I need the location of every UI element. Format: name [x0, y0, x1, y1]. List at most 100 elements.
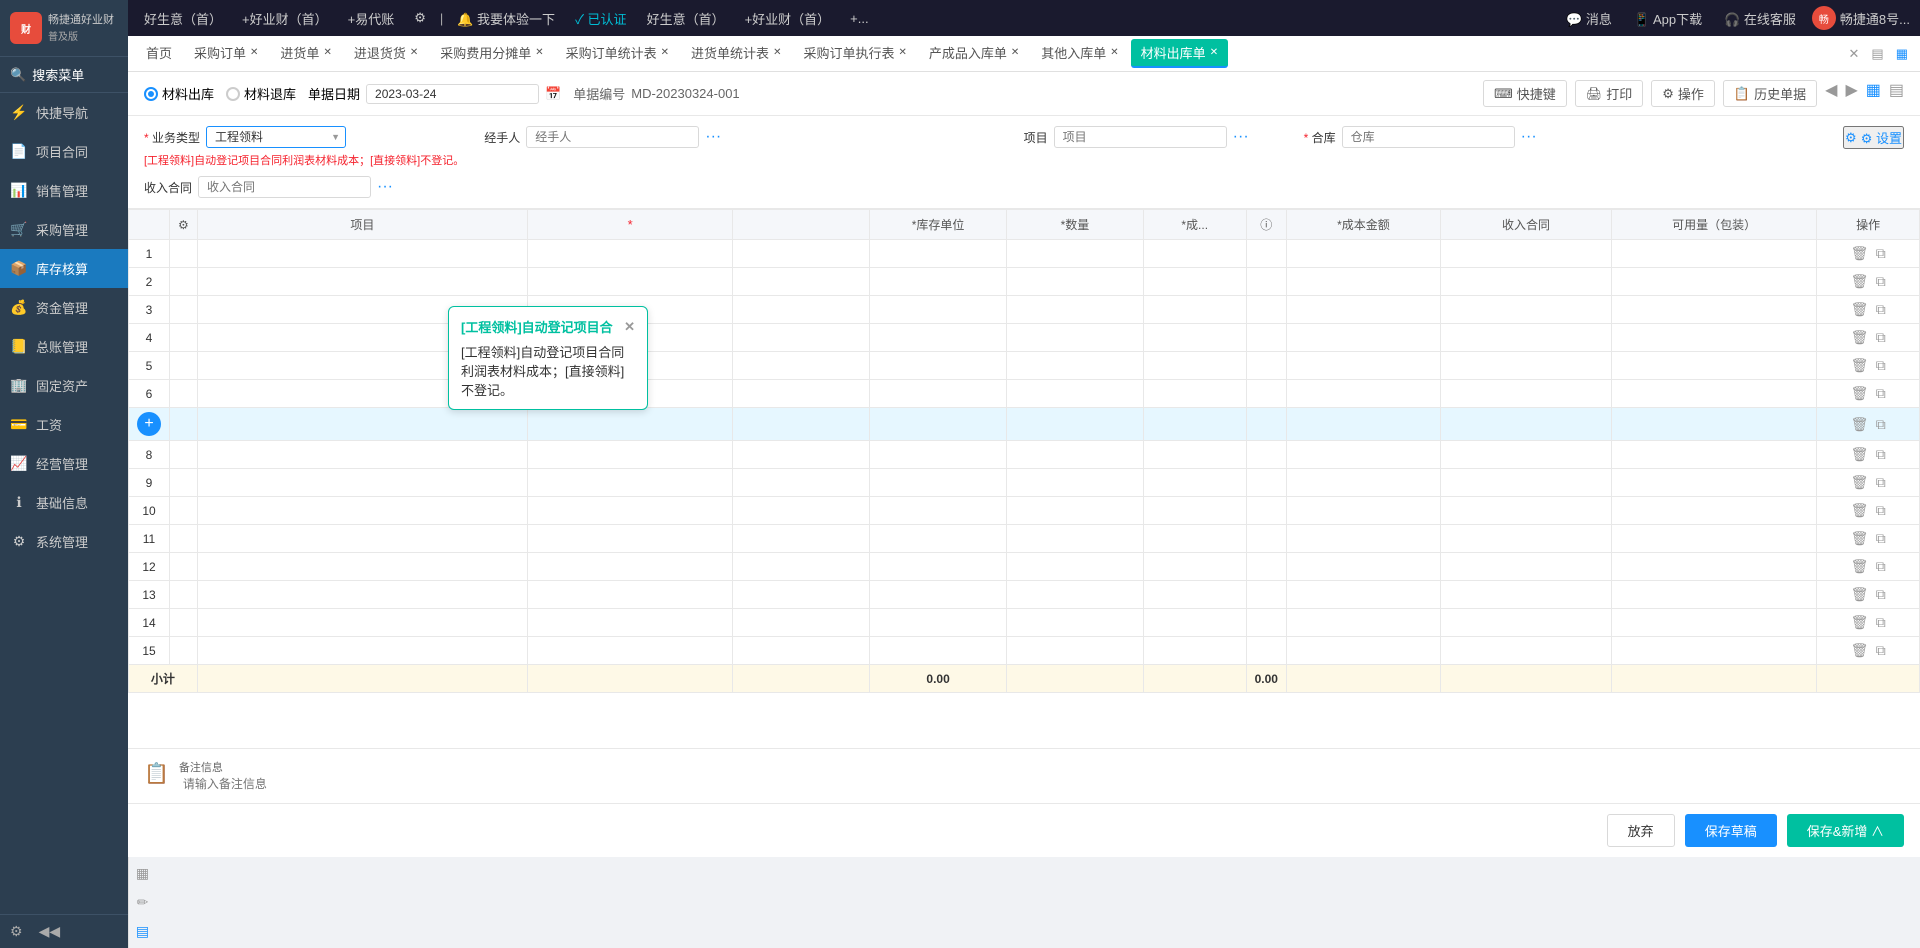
delete-row-button[interactable]: 🗑 [1849, 329, 1871, 346]
copy-row-button[interactable]: ⧉ [1874, 273, 1888, 290]
copy-row-button[interactable]: ⧉ [1874, 530, 1888, 547]
collapse-icon[interactable]: ◀◀ [39, 923, 61, 940]
tab-close-icon[interactable]: ✕ [535, 47, 543, 58]
delete-row-button[interactable]: 🗑 [1849, 416, 1871, 433]
notes-input[interactable] [179, 775, 342, 793]
active-cell-input[interactable] [178, 417, 189, 432]
business-type-select[interactable]: 工程领料 直接领料 [206, 126, 346, 148]
settings-icon[interactable]: ⚙ [10, 923, 23, 940]
copy-row-button[interactable]: ⧉ [1874, 446, 1888, 463]
delete-row-button[interactable]: 🗑 [1849, 642, 1871, 659]
sidebar-item-ledger[interactable]: 📒 总账管理 [0, 327, 128, 366]
tab-close-icon[interactable]: ✕ [661, 47, 669, 58]
copy-row-button[interactable]: ⧉ [1874, 502, 1888, 519]
quick-key-button[interactable]: ⌨ 快捷键 [1483, 80, 1567, 107]
radio-material-return[interactable]: 材料退库 [226, 84, 296, 103]
close-all-button[interactable]: ✕ [1845, 46, 1864, 62]
project-input[interactable] [1054, 126, 1227, 148]
calendar-icon[interactable]: 📅 [545, 86, 561, 102]
tooltip-close-icon[interactable]: ✕ [624, 319, 635, 335]
sidebar-item-purchase[interactable]: 🛒 采购管理 [0, 210, 128, 249]
sidebar-item-sales[interactable]: 📊 销售管理 [0, 171, 128, 210]
th-settings[interactable]: ⚙ [170, 210, 198, 240]
delete-row-button[interactable]: 🗑 [1849, 245, 1871, 262]
th-cost-info[interactable]: ⓘ [1246, 210, 1286, 240]
sidebar-item-finance[interactable]: 💰 资金管理 [0, 288, 128, 327]
delete-row-button[interactable]: 🗑 [1849, 614, 1871, 631]
delete-row-button[interactable]: 🗑 [1849, 301, 1871, 318]
sidebar-item-salary[interactable]: 💳 工资 [0, 405, 128, 444]
tab-purchase-stats[interactable]: 采购订单统计表 ✕ [556, 39, 679, 68]
tab-purchase-expense[interactable]: 采购费用分摊单 ✕ [430, 39, 553, 68]
global-nav-haoyecai[interactable]: +好业财（首） [236, 7, 334, 30]
copy-row-button[interactable]: ⧉ [1874, 474, 1888, 491]
right-panel-active-icon[interactable]: ▤ [136, 923, 149, 940]
delete-row-button[interactable]: 🗑 [1849, 530, 1871, 547]
right-panel-edit-icon[interactable]: ✏ [137, 894, 149, 911]
delete-row-button[interactable]: 🗑 [1849, 273, 1871, 290]
delete-row-button[interactable]: 🗑 [1849, 558, 1871, 575]
sidebar-item-quick-nav[interactable]: ⚡ 快捷导航 [0, 93, 128, 132]
global-nav3[interactable]: +好业财（首） [739, 7, 837, 30]
tab-other-inbound[interactable]: 其他入库单 ✕ [1031, 39, 1128, 68]
delete-row-button[interactable]: 🗑 [1849, 385, 1871, 402]
global-nav-yidaizhang[interactable]: +易代账 [342, 7, 401, 30]
delete-row-button[interactable]: 🗑 [1849, 586, 1871, 603]
search-menu-button[interactable]: 🔍 搜索菜单 [0, 57, 128, 93]
row-active-cell2[interactable] [197, 408, 527, 441]
warehouse-input[interactable] [1342, 126, 1515, 148]
tab-purchase-execute[interactable]: 采购订单执行表 ✕ [793, 39, 916, 68]
income-contract-more-icon[interactable]: ··· [377, 178, 393, 196]
global-nav4[interactable]: +... [844, 9, 874, 28]
tile-view-button[interactable]: ▤ [1867, 46, 1887, 62]
message-button[interactable]: 💬 消息 [1560, 7, 1618, 30]
online-service-button[interactable]: 🎧 在线客服 [1718, 7, 1802, 30]
discard-button[interactable]: 放弃 [1607, 814, 1675, 847]
operate-button[interactable]: ⚙ 操作 [1651, 80, 1715, 107]
tab-incoming-return[interactable]: 进退货货 ✕ [344, 39, 428, 68]
user-menu[interactable]: 畅 畅捷通8号... [1812, 6, 1910, 30]
sidebar-item-system[interactable]: ⚙ 系统管理 [0, 522, 128, 561]
app-download-button[interactable]: 📱 App下载 [1628, 7, 1708, 30]
history-button[interactable]: 📋 历史单据 [1723, 80, 1817, 107]
copy-row-button[interactable]: ⧉ [1874, 329, 1888, 346]
global-settings-icon[interactable]: ⚙ [408, 8, 432, 28]
copy-row-button[interactable]: ⧉ [1874, 245, 1888, 262]
tab-incoming-stats[interactable]: 进货单统计表 ✕ [681, 39, 791, 68]
radio-material-outbound[interactable]: 材料出库 [144, 84, 214, 103]
handler-more-icon[interactable]: ··· [705, 128, 721, 146]
sidebar-item-fixed-assets[interactable]: 🏢 固定资产 [0, 366, 128, 405]
active-cell-input2[interactable] [206, 417, 519, 432]
sidebar-item-project-contract[interactable]: 📄 项目合同 [0, 132, 128, 171]
sidebar-item-inventory[interactable]: 📦 库存核算 [0, 249, 128, 288]
copy-row-button[interactable]: ⧉ [1874, 586, 1888, 603]
tab-close-icon[interactable]: ✕ [1210, 47, 1218, 58]
print-button[interactable]: 🖨 打印 [1575, 80, 1644, 107]
copy-row-button[interactable]: ⧉ [1874, 614, 1888, 631]
delete-row-button[interactable]: 🗑 [1849, 474, 1871, 491]
sidebar-item-basic-info[interactable]: ℹ 基础信息 [0, 483, 128, 522]
settings-button[interactable]: ⚙ ⚙ 设置 [1843, 126, 1904, 149]
copy-row-button[interactable]: ⧉ [1874, 416, 1888, 433]
right-panel-grid-icon[interactable]: ▦ [136, 865, 149, 882]
tab-close-icon[interactable]: ✕ [1110, 47, 1118, 58]
tab-material-outbound[interactable]: 材料出库单 ✕ [1131, 39, 1228, 68]
tab-home[interactable]: 首页 [136, 39, 182, 68]
date-input[interactable] [366, 84, 539, 104]
warehouse-more-icon[interactable]: ··· [1521, 128, 1537, 146]
copy-row-button[interactable]: ⧉ [1874, 558, 1888, 575]
income-contract-input[interactable] [198, 176, 371, 198]
row-active-cell[interactable] [170, 408, 198, 441]
sidebar-item-business-mgmt[interactable]: 📈 经营管理 [0, 444, 128, 483]
tab-close-icon[interactable]: ✕ [773, 47, 781, 58]
copy-row-button[interactable]: ⧉ [1874, 301, 1888, 318]
tab-product-inbound[interactable]: 产成品入库单 ✕ [919, 39, 1029, 68]
add-row-button[interactable]: + [137, 412, 161, 436]
tab-purchase-order[interactable]: 采购订单 ✕ [184, 39, 268, 68]
tab-close-icon[interactable]: ✕ [250, 47, 258, 58]
prev-record-button[interactable]: ◀ [1825, 80, 1837, 107]
copy-row-button[interactable]: ⧉ [1874, 385, 1888, 402]
next-record-button[interactable]: ▶ [1845, 80, 1857, 107]
delete-row-button[interactable]: 🗑 [1849, 357, 1871, 374]
global-nav-haoshengyi[interactable]: 好生意（首） [138, 7, 228, 30]
